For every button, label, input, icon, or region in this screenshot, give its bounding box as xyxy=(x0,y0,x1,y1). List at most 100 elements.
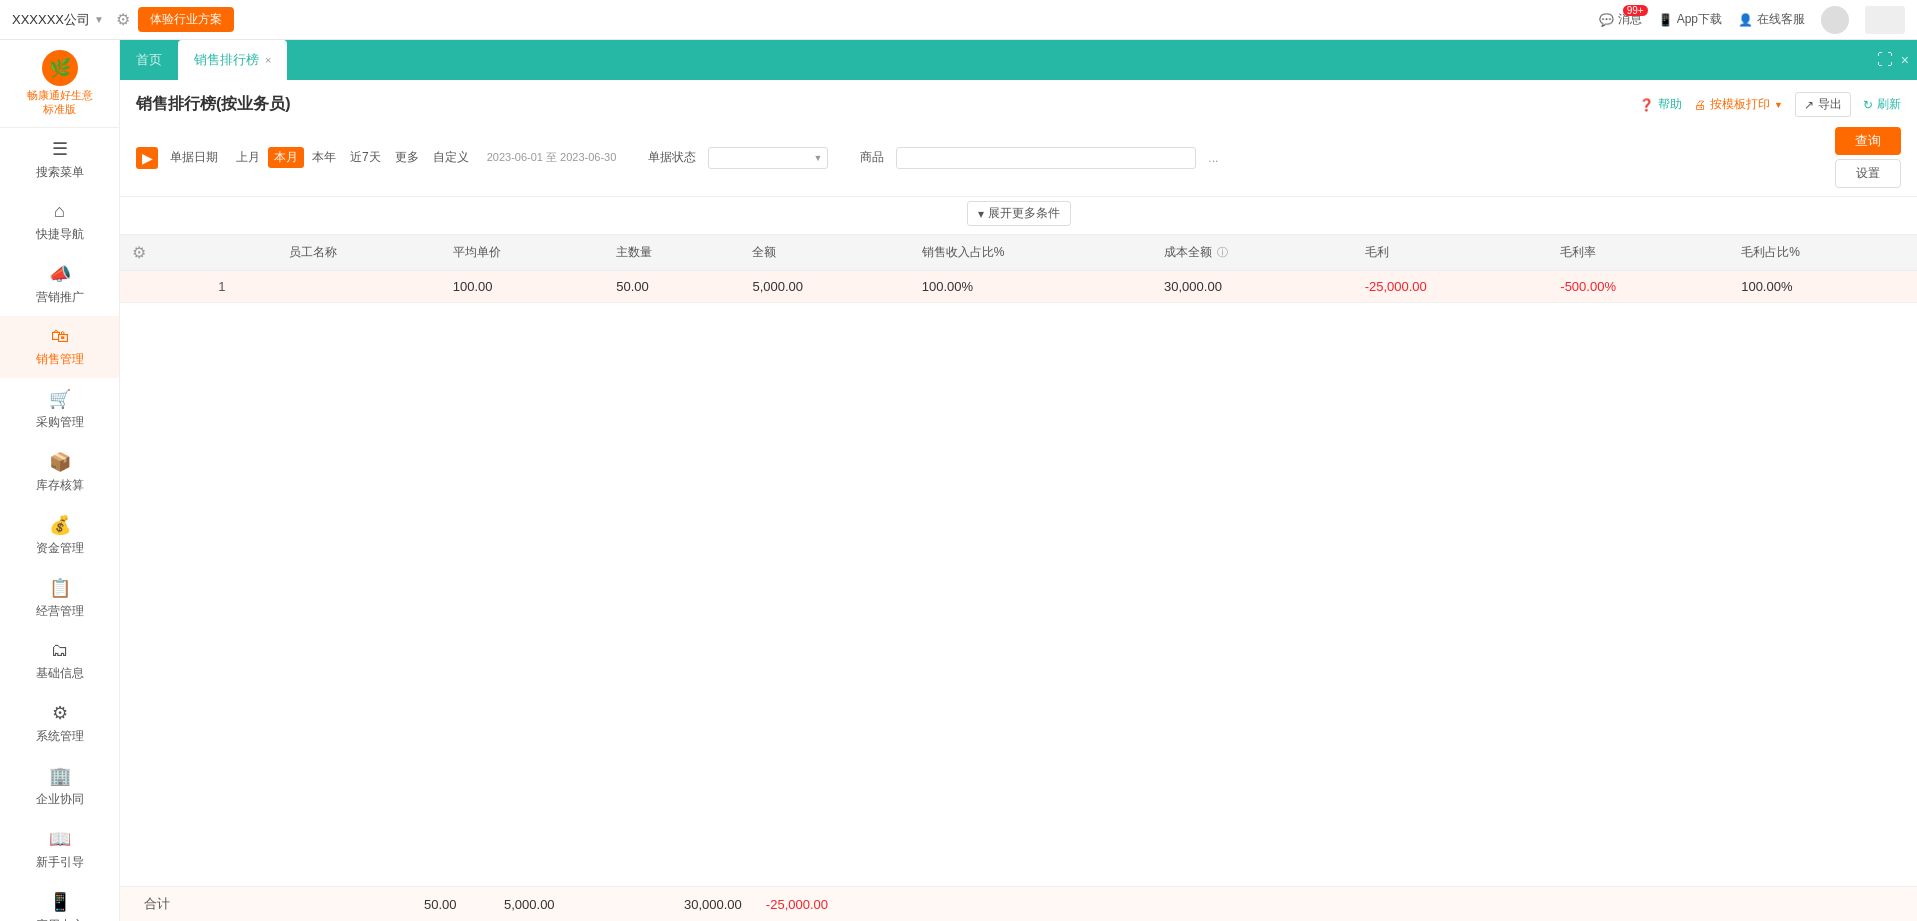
date-tab-custom[interactable]: 自定义 xyxy=(427,147,475,168)
th-gross-rate: 毛利率 xyxy=(1548,235,1729,271)
avatar[interactable] xyxy=(1821,6,1849,34)
date-tab-7days[interactable]: 近7天 xyxy=(344,147,387,168)
sidebar-label-sales: 销售管理 xyxy=(36,351,84,368)
search-menu-icon: ☰ xyxy=(52,138,68,160)
export-button[interactable]: ↗ 导出 xyxy=(1795,92,1851,117)
sidebar-label-purchase: 采购管理 xyxy=(36,414,84,431)
sidebar-label-basicinfo: 基础信息 xyxy=(36,665,84,682)
company-selector[interactable]: XXXXXX公司 ▼ xyxy=(12,11,104,29)
logo-icon: 🌿 xyxy=(42,50,78,86)
close-all-icon[interactable]: × xyxy=(1901,52,1909,68)
cell-sales-pct: 100.00% xyxy=(910,271,1152,303)
sidebar: 🌿 畅康通好生意标准版 ☰ 搜索菜单 ⌂ 快捷导航 📣 营销推广 🛍 销售管理 … xyxy=(0,40,120,921)
purchase-icon: 🛒 xyxy=(49,388,71,410)
goods-input[interactable] xyxy=(896,147,1196,169)
date-tab-more[interactable]: 更多 xyxy=(389,147,425,168)
sidebar-item-enterprise[interactable]: 🏢 企业协同 xyxy=(0,755,119,818)
date-tab-last-month[interactable]: 上月 xyxy=(230,147,266,168)
goods-more-button[interactable]: ... xyxy=(1208,151,1218,165)
expand-arrow[interactable]: ▶ xyxy=(136,147,158,169)
gear-icon[interactable]: ⚙ xyxy=(116,10,130,29)
table-footer: 合计 50.00 5,000.00 30,000.00 -25,000.00 xyxy=(120,886,1917,921)
date-tab-this-year[interactable]: 本年 xyxy=(306,147,342,168)
sidebar-label-marketing: 营销推广 xyxy=(36,289,84,306)
sidebar-item-purchase[interactable]: 🛒 采购管理 xyxy=(0,378,119,441)
basic-info-icon: 🗂 xyxy=(51,640,69,661)
sales-icon: 🛍 xyxy=(51,326,69,347)
cost-help-icon[interactable]: ⓘ xyxy=(1217,246,1228,258)
th-gross: 毛利 xyxy=(1353,235,1549,271)
chevron-down-icon: ▼ xyxy=(94,14,104,25)
app-download-button[interactable]: 📱 App下载 xyxy=(1658,11,1722,28)
sidebar-label-guide: 新手引导 xyxy=(36,854,84,871)
date-tab-this-month[interactable]: 本月 xyxy=(268,147,304,168)
print-chevron-icon: ▼ xyxy=(1774,100,1783,110)
sidebar-item-app-center[interactable]: 📱 应用中心 xyxy=(0,881,119,921)
sidebar-logo: 🌿 畅康通好生意标准版 xyxy=(0,40,119,128)
page-title-row: 销售排行榜(按业务员) ❓ 帮助 🖨 按模板打印 ▼ ↗ 导出 xyxy=(136,92,1901,117)
footer-values: 50.00 5,000.00 30,000.00 -25,000.00 xyxy=(252,897,1905,912)
query-button[interactable]: 查询 xyxy=(1835,127,1901,155)
refresh-button[interactable]: ↻ 刷新 xyxy=(1863,96,1901,113)
sidebar-item-basic-info[interactable]: 🗂 基础信息 xyxy=(0,630,119,692)
cell-gross-pct: 100.00% xyxy=(1729,271,1917,303)
page-title: 销售排行榜(按业务员) xyxy=(136,94,291,115)
sidebar-label-quicknav: 快捷导航 xyxy=(36,226,84,243)
footer-cost: 30,000.00 xyxy=(672,897,754,912)
top-bar: XXXXXX公司 ▼ ⚙ 体验行业方案 💬 消息 99+ 📱 App下载 👤 在… xyxy=(0,0,1917,40)
cell-rank: 1 xyxy=(206,271,277,303)
th-gross-pct: 毛利占比% xyxy=(1729,235,1917,271)
finance-icon: 💰 xyxy=(49,514,71,536)
maximize-icon[interactable]: ⛶ xyxy=(1877,51,1893,69)
th-qty: 主数量 xyxy=(604,235,740,271)
page-header: 销售排行榜(按业务员) ❓ 帮助 🖨 按模板打印 ▼ ↗ 导出 xyxy=(120,80,1917,197)
export-icon: ↗ xyxy=(1804,98,1814,112)
print-button[interactable]: 🖨 按模板打印 ▼ xyxy=(1694,96,1783,113)
user-name-area[interactable] xyxy=(1865,6,1905,34)
sidebar-item-quick-nav[interactable]: ⌂ 快捷导航 xyxy=(0,191,119,253)
enterprise-icon: 🏢 xyxy=(49,765,71,787)
sidebar-item-inventory[interactable]: 📦 库存核算 xyxy=(0,441,119,504)
sidebar-item-guide[interactable]: 📖 新手引导 xyxy=(0,818,119,881)
sidebar-label-system: 系统管理 xyxy=(36,728,84,745)
service-icon: 👤 xyxy=(1738,13,1753,27)
refresh-icon: ↻ xyxy=(1863,98,1873,112)
message-badge: 99+ xyxy=(1623,5,1648,16)
help-button[interactable]: ❓ 帮助 xyxy=(1639,96,1682,113)
marketing-icon: 📣 xyxy=(49,263,71,285)
online-service-button[interactable]: 👤 在线客服 xyxy=(1738,11,1805,28)
date-tabs: 上月 本月 本年 近7天 更多 自定义 xyxy=(230,147,475,168)
tab-close-icon[interactable]: × xyxy=(265,54,271,66)
filter-row-1: ▶ 单据日期 上月 本月 本年 近7天 更多 自定义 2023-06-01 至 … xyxy=(136,127,1901,196)
home-icon: ⌂ xyxy=(54,201,65,222)
sidebar-label-appcenter: 应用中心 xyxy=(36,917,84,921)
sidebar-item-operations[interactable]: 📋 经营管理 xyxy=(0,567,119,630)
filter-expand-icon[interactable]: ▶ xyxy=(136,147,158,169)
expand-conditions-button[interactable]: ▾ 展开更多条件 xyxy=(967,201,1071,226)
system-icon: ⚙ xyxy=(52,702,68,724)
sidebar-label-enterprise: 企业协同 xyxy=(36,791,84,808)
sidebar-item-search-order[interactable]: ☰ 搜索菜单 xyxy=(0,128,119,191)
status-select[interactable] xyxy=(708,147,828,169)
message-button[interactable]: 💬 消息 99+ xyxy=(1599,11,1642,28)
th-settings[interactable]: ⚙ xyxy=(120,235,206,271)
tab-home[interactable]: 首页 xyxy=(120,40,178,80)
settings-button[interactable]: 设置 xyxy=(1835,159,1901,188)
sidebar-item-marketing[interactable]: 📣 营销推广 xyxy=(0,253,119,316)
sidebar-item-sales[interactable]: 🛍 销售管理 xyxy=(0,316,119,378)
sidebar-item-system[interactable]: ⚙ 系统管理 xyxy=(0,692,119,755)
goods-label: 商品 xyxy=(860,149,884,166)
cell-cost: 30,000.00 xyxy=(1152,271,1353,303)
footer-gross: -25,000.00 xyxy=(754,897,840,912)
th-amount: 全额 xyxy=(740,235,909,271)
sidebar-label-search: 搜索菜单 xyxy=(36,164,84,181)
tab-bar: 首页 销售排行榜 × ⛶ × xyxy=(120,40,1917,80)
sidebar-item-finance[interactable]: 💰 资金管理 xyxy=(0,504,119,567)
tab-sales-rank[interactable]: 销售排行榜 × xyxy=(178,40,287,80)
guide-icon: 📖 xyxy=(49,828,71,850)
operations-icon: 📋 xyxy=(49,577,71,599)
trial-button[interactable]: 体验行业方案 xyxy=(138,7,234,32)
column-settings-icon[interactable]: ⚙ xyxy=(132,244,146,261)
top-right-area: 💬 消息 99+ 📱 App下载 👤 在线客服 xyxy=(1599,6,1905,34)
main-layout: 🌿 畅康通好生意标准版 ☰ 搜索菜单 ⌂ 快捷导航 📣 营销推广 🛍 销售管理 … xyxy=(0,40,1917,921)
